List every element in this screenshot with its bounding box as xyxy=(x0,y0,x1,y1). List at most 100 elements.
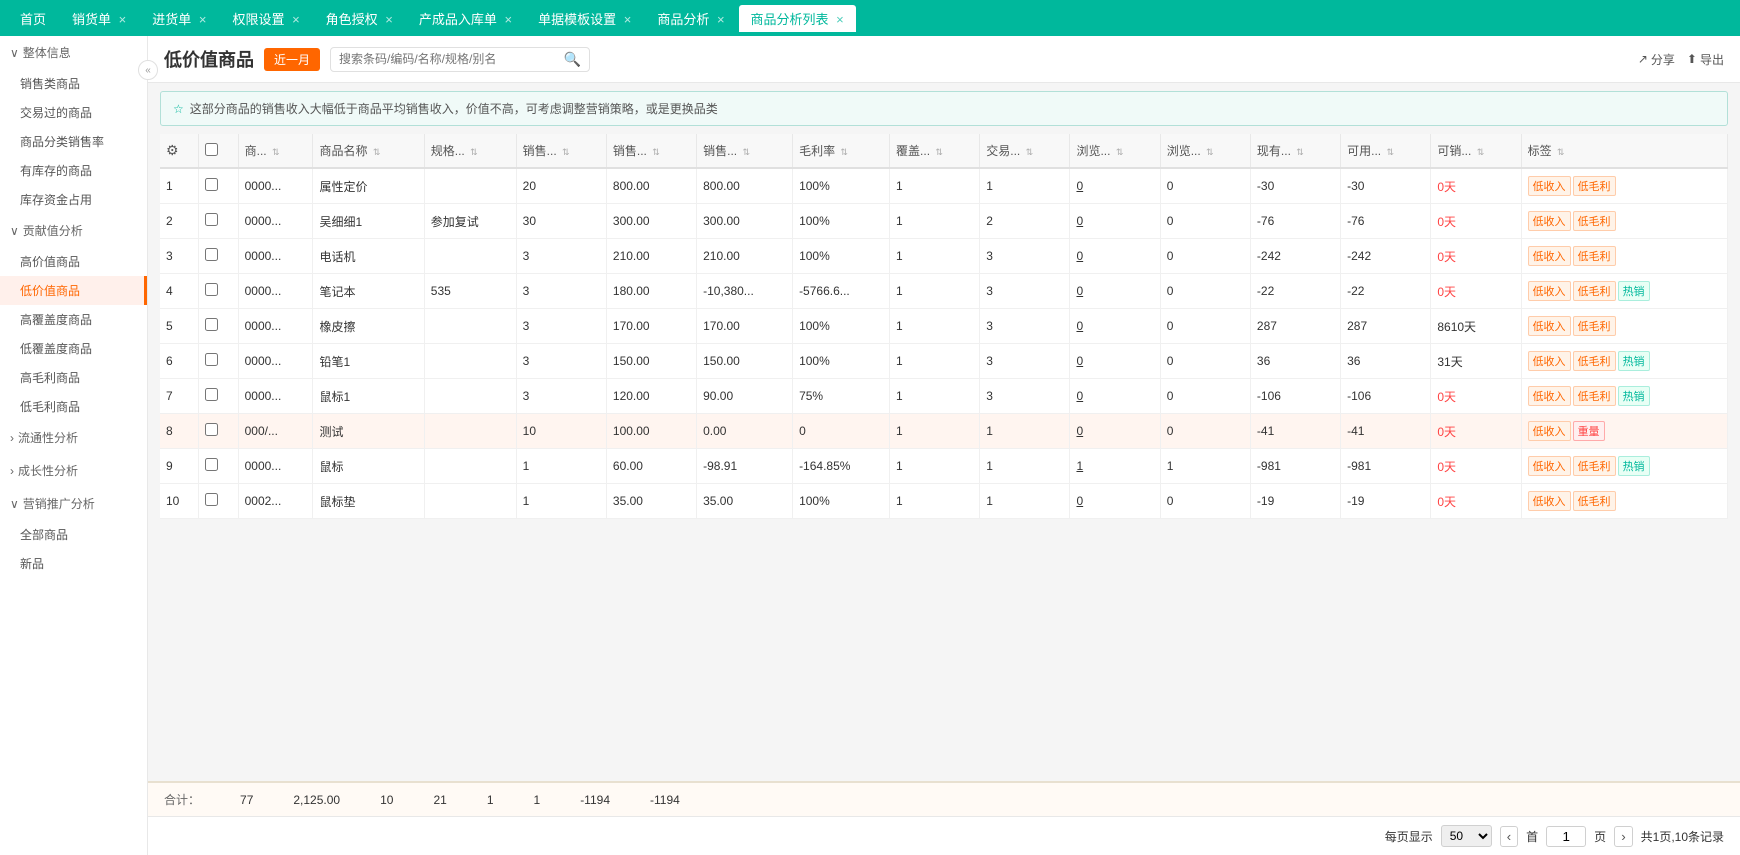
browse1-link[interactable]: 0 xyxy=(1076,179,1083,193)
row-checkbox[interactable] xyxy=(205,493,218,506)
sidebar-collapse-btn[interactable]: « xyxy=(148,60,158,80)
export-btn[interactable]: ⬆ 导出 xyxy=(1687,51,1724,68)
th-coverage[interactable]: 覆盖... ⇅ xyxy=(890,134,980,168)
th-sales-amt2[interactable]: 销售... ⇅ xyxy=(697,134,793,168)
sort-coverage-icon[interactable]: ⇅ xyxy=(935,147,943,157)
th-code[interactable]: 商... ⇅ xyxy=(238,134,313,168)
sort-amt-icon[interactable]: ⇅ xyxy=(652,147,660,157)
row-checkbox[interactable] xyxy=(205,423,218,436)
nav-analysis-list[interactable]: 商品分析列表 × xyxy=(739,5,856,32)
nav-sales[interactable]: 销货单 × xyxy=(60,5,138,32)
sort-available-icon[interactable]: ⇅ xyxy=(1386,147,1394,157)
sidebar-item-low-coverage[interactable]: 低覆盖度商品 xyxy=(0,334,147,363)
sidebar-section-growth[interactable]: › 成长性分析 xyxy=(0,454,147,487)
th-sellable[interactable]: 可销... ⇅ xyxy=(1431,134,1521,168)
sidebar-section-overview[interactable]: ∨ 整体信息 xyxy=(0,36,147,69)
row-checkbox[interactable] xyxy=(205,318,218,331)
cell-browse1[interactable]: 0 xyxy=(1070,204,1160,239)
sidebar-item-inventory-funds[interactable]: 库存资金占用 xyxy=(0,185,147,214)
row-checkbox[interactable] xyxy=(205,248,218,261)
nav-product-stock[interactable]: 产成品入库单 × xyxy=(407,5,524,32)
cell-checkbox[interactable] xyxy=(199,204,238,239)
sort-margin-icon[interactable]: ⇅ xyxy=(840,147,848,157)
th-settings[interactable]: ⚙ xyxy=(160,134,199,168)
th-browse1[interactable]: 浏览... ⇅ xyxy=(1070,134,1160,168)
sort-browse2-icon[interactable]: ⇅ xyxy=(1206,147,1214,157)
sidebar-section-liquidity[interactable]: › 流通性分析 xyxy=(0,421,147,454)
sidebar-item-sales-products[interactable]: 销售类商品 xyxy=(0,69,147,98)
sidebar-item-low-margin[interactable]: 低毛利商品 xyxy=(0,392,147,421)
sidebar-item-stocked-products[interactable]: 有库存的商品 xyxy=(0,156,147,185)
sort-sellable-icon[interactable]: ⇅ xyxy=(1477,147,1485,157)
browse1-link[interactable]: 0 xyxy=(1076,494,1083,508)
cell-checkbox[interactable] xyxy=(199,344,238,379)
sidebar-item-high-margin[interactable]: 高毛利商品 xyxy=(0,363,147,392)
row-checkbox[interactable] xyxy=(205,213,218,226)
th-available[interactable]: 可用... ⇅ xyxy=(1341,134,1431,168)
sort-spec-icon[interactable]: ⇅ xyxy=(470,147,478,157)
sort-code-icon[interactable]: ⇅ xyxy=(272,147,280,157)
settings-icon[interactable]: ⚙ xyxy=(166,142,179,158)
cell-browse1[interactable]: 0 xyxy=(1070,344,1160,379)
sidebar-item-category-rate[interactable]: 商品分类销售率 xyxy=(0,127,147,156)
search-box[interactable]: 🔍 xyxy=(330,47,590,72)
sort-browse1-icon[interactable]: ⇅ xyxy=(1116,147,1124,157)
close-purchase-icon[interactable]: × xyxy=(199,12,207,27)
cell-browse1[interactable]: 0 xyxy=(1070,239,1160,274)
th-stock[interactable]: 现有... ⇅ xyxy=(1250,134,1340,168)
row-checkbox[interactable] xyxy=(205,178,218,191)
search-input[interactable] xyxy=(339,52,564,66)
nav-purchase[interactable]: 进货单 × xyxy=(140,5,218,32)
cell-checkbox[interactable] xyxy=(199,449,238,484)
cell-browse1[interactable]: 0 xyxy=(1070,309,1160,344)
cell-browse1[interactable]: 1 xyxy=(1070,449,1160,484)
next-page-btn[interactable]: › xyxy=(1614,826,1632,847)
browse1-link[interactable]: 0 xyxy=(1076,389,1083,403)
sort-trade-icon[interactable]: ⇅ xyxy=(1026,147,1034,157)
sidebar-section-marketing[interactable]: ∨ 营销推广分析 xyxy=(0,487,147,520)
close-template-icon[interactable]: × xyxy=(624,12,632,27)
cell-browse1[interactable]: 0 xyxy=(1070,484,1160,519)
share-btn[interactable]: ↗ 分享 xyxy=(1638,51,1675,68)
cell-browse1[interactable]: 0 xyxy=(1070,168,1160,204)
th-sales-qty[interactable]: 销售... ⇅ xyxy=(516,134,606,168)
select-all-checkbox[interactable] xyxy=(205,143,218,156)
close-sales-icon[interactable]: × xyxy=(119,12,127,27)
first-page-btn[interactable]: ‹ xyxy=(1500,826,1518,847)
th-checkbox[interactable] xyxy=(199,134,238,168)
browse1-link[interactable]: 0 xyxy=(1076,214,1083,228)
nav-role[interactable]: 角色授权 × xyxy=(314,5,405,32)
nav-home[interactable]: 首页 xyxy=(8,5,58,32)
sort-qty-icon[interactable]: ⇅ xyxy=(562,147,570,157)
th-spec[interactable]: 规格... ⇅ xyxy=(424,134,516,168)
row-checkbox[interactable] xyxy=(205,458,218,471)
th-margin[interactable]: 毛利率 ⇅ xyxy=(793,134,890,168)
sidebar-item-all-products[interactable]: 全部商品 xyxy=(0,520,147,549)
close-analysis-icon[interactable]: × xyxy=(717,12,725,27)
cell-browse1[interactable]: 0 xyxy=(1070,379,1160,414)
th-browse2[interactable]: 浏览... ⇅ xyxy=(1160,134,1250,168)
row-checkbox[interactable] xyxy=(205,388,218,401)
page-input[interactable] xyxy=(1546,826,1586,847)
nav-template[interactable]: 单据模板设置 × xyxy=(526,5,643,32)
cell-checkbox[interactable] xyxy=(199,239,238,274)
cell-browse1[interactable]: 0 xyxy=(1070,414,1160,449)
close-role-icon[interactable]: × xyxy=(385,12,393,27)
browse1-link[interactable]: 0 xyxy=(1076,284,1083,298)
close-product-stock-icon[interactable]: × xyxy=(505,12,513,27)
th-name[interactable]: 商品名称 ⇅ xyxy=(313,134,424,168)
sidebar-item-high-coverage[interactable]: 高覆盖度商品 xyxy=(0,305,147,334)
browse1-link[interactable]: 0 xyxy=(1076,424,1083,438)
sidebar-item-new-products[interactable]: 新品 xyxy=(0,549,147,578)
browse1-link[interactable]: 1 xyxy=(1076,459,1083,473)
cell-checkbox[interactable] xyxy=(199,274,238,309)
per-page-select[interactable]: 50 100 200 xyxy=(1441,825,1492,847)
sidebar-item-high-value[interactable]: 高价值商品 xyxy=(0,247,147,276)
cell-checkbox[interactable] xyxy=(199,309,238,344)
row-checkbox[interactable] xyxy=(205,353,218,366)
nav-permissions[interactable]: 权限设置 × xyxy=(220,5,311,32)
sort-tags-icon[interactable]: ⇅ xyxy=(1557,147,1565,157)
cell-checkbox[interactable] xyxy=(199,168,238,204)
browse1-link[interactable]: 0 xyxy=(1076,249,1083,263)
browse1-link[interactable]: 0 xyxy=(1076,319,1083,333)
